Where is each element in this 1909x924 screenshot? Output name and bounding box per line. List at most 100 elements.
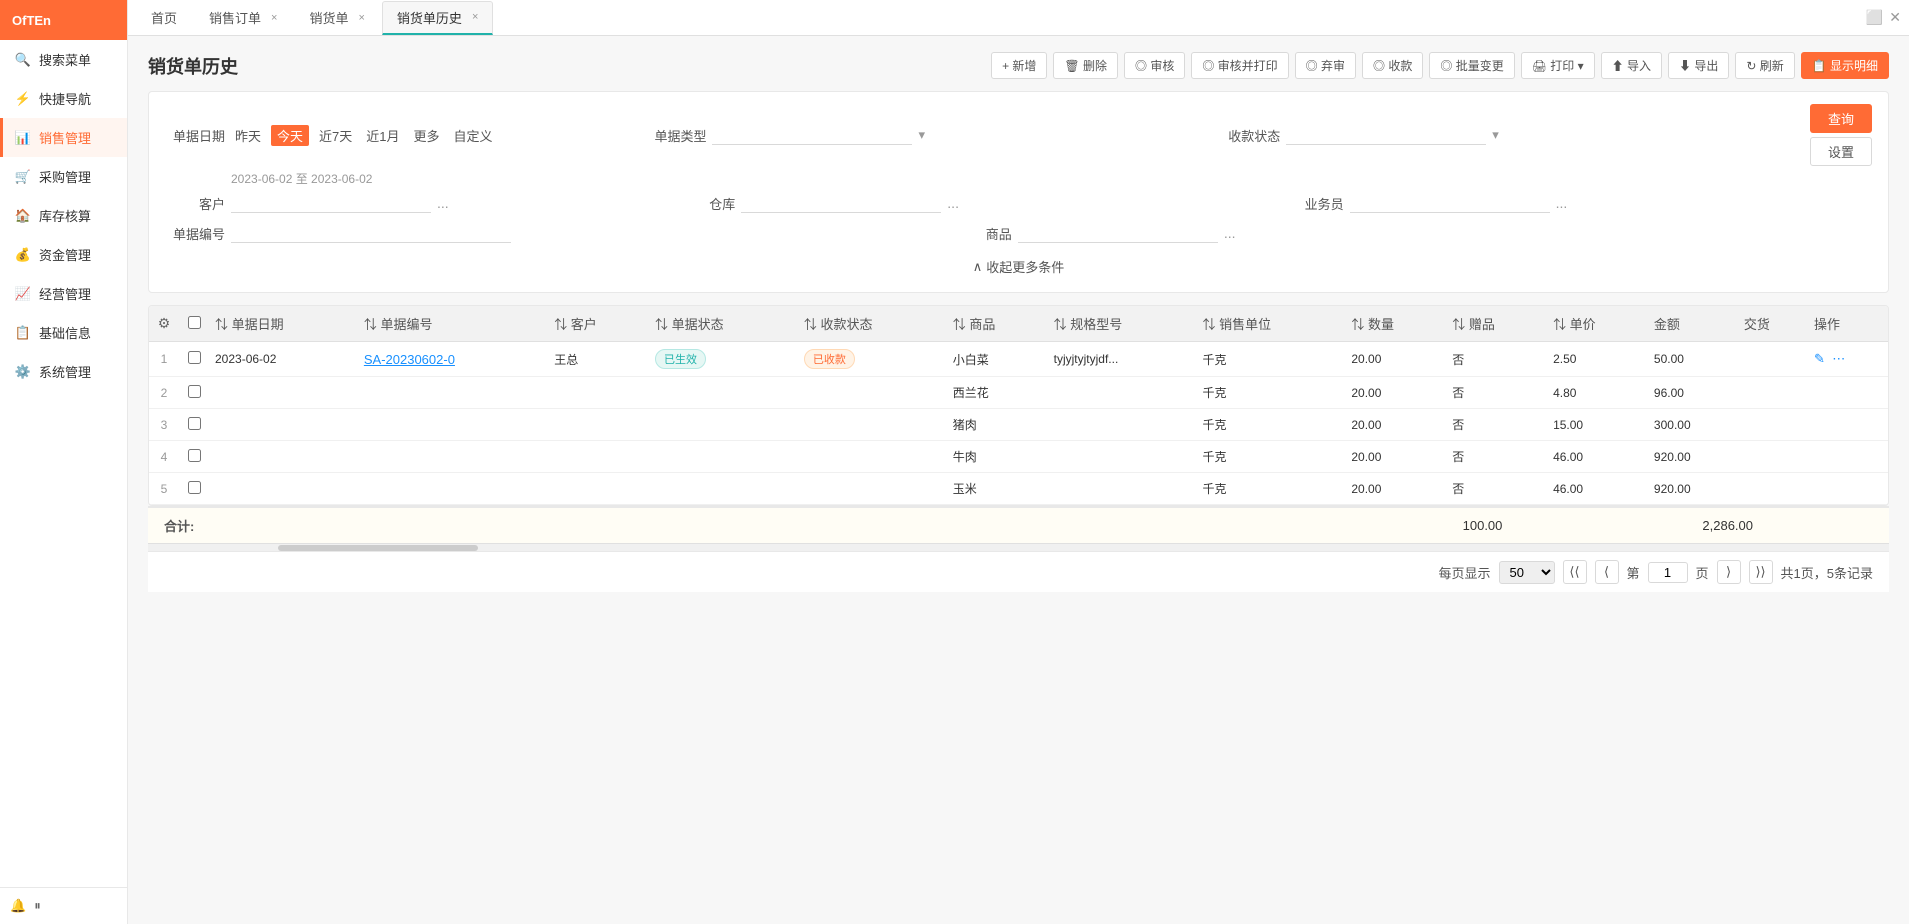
close-window-icon[interactable]: ✕ [1889,9,1901,26]
row-checkbox-5[interactable] [179,473,209,505]
row-2-checkbox[interactable] [188,385,201,398]
filter-row-3: 单据编号 商品 ... [165,223,1872,243]
date-filter-field: 单据日期 昨天 今天 近7天 近1月 更多 自定义 [165,125,626,146]
sales-mgmt-icon: 📊 [15,130,31,146]
sidebar-item-sales-mgmt[interactable]: 📊 销售管理 [0,118,127,157]
warehouse-input[interactable] [741,193,941,213]
col-date[interactable]: ⇅ 单据日期 [209,306,358,342]
col-gift[interactable]: ⇅ 赠品 [1446,306,1547,342]
sidebar-item-search-menu[interactable]: 🔍 搜索菜单 [0,40,127,79]
tab-sales-order-close[interactable]: × [271,12,277,24]
pause-icon[interactable]: ⏸ [34,898,41,914]
sidebar-item-system[interactable]: ⚙️ 系统管理 [0,352,127,391]
date-shortcut-7days[interactable]: 近7天 [315,125,356,146]
goods-input[interactable] [1018,223,1218,243]
show-detail-button[interactable]: 📋 显示明细 [1801,52,1889,79]
tab-sales-delivery[interactable]: 销货单 × [294,1,379,35]
date-shortcut-today[interactable]: 今天 [271,125,309,146]
row-5-checkbox[interactable] [188,481,201,494]
doc-type-field: 单据类型 ▾ [646,125,1200,145]
col-spec[interactable]: ⇅ 规格型号 [1048,306,1197,342]
col-price[interactable]: ⇅ 单价 [1547,306,1648,342]
sidebar-item-quick-nav[interactable]: ⚡ 快捷导航 [0,79,127,118]
customer-dots-icon[interactable]: ... [437,195,449,211]
page-number-input[interactable] [1648,562,1688,583]
first-page-button[interactable]: ⟨⟨ [1563,560,1587,584]
customer-input[interactable] [231,193,431,213]
import-button[interactable]: ⬆ 导入 [1601,52,1662,79]
doc-type-dropdown-icon[interactable]: ▾ [918,127,925,143]
sidebar-item-label: 搜索菜单 [39,50,91,69]
tab-sales-order[interactable]: 销售订单 × [194,1,292,35]
row-checkbox-4[interactable] [179,441,209,473]
select-all-checkbox[interactable] [188,316,201,329]
prev-page-button[interactable]: ⟨ [1595,560,1619,584]
row-spec-3 [1048,409,1197,441]
row-4-checkbox[interactable] [188,449,201,462]
print-button[interactable]: 🖨 打印 ▾ [1521,52,1595,79]
date-shortcut-yesterday[interactable]: 昨天 [231,125,265,146]
audit-print-button[interactable]: ◎ 审核并打印 [1191,52,1288,79]
horizontal-scrollbar[interactable] [148,543,1889,551]
col-number[interactable]: ⇅ 单据编号 [358,306,548,342]
row-3-checkbox[interactable] [188,417,201,430]
payment-status-select[interactable] [1286,125,1486,145]
col-qty[interactable]: ⇅ 数量 [1345,306,1446,342]
col-doc-status[interactable]: ⇅ 单据状态 [649,306,798,342]
date-shortcut-custom[interactable]: 自定义 [450,125,497,146]
collect-button[interactable]: ◎ 收款 [1362,52,1423,79]
row-number-1[interactable]: SA-20230602-0 [358,342,548,377]
table-gear-icon[interactable]: ⚙ [158,315,171,331]
col-payment-status[interactable]: ⇅ 收款状态 [798,306,947,342]
more-icon[interactable]: ⋯ [1832,351,1845,366]
sidebar-item-operations[interactable]: 📈 经营管理 [0,274,127,313]
tab-sales-history[interactable]: 销货单历史 × [382,1,493,35]
sidebar-item-label: 经营管理 [39,284,91,303]
last-page-button[interactable]: ⟩⟩ [1749,560,1773,584]
settings-button[interactable]: 设置 [1810,137,1872,166]
refresh-button[interactable]: ↻ 刷新 [1735,52,1794,79]
table-body: 1 2023-06-02 SA-20230602-0 王总 已生效 已收款 小白… [149,342,1888,505]
maximize-icon[interactable]: ⬜ [1866,9,1883,26]
sidebar-item-purchase-mgmt[interactable]: 🛒 采购管理 [0,157,127,196]
salesperson-dots-icon[interactable]: ... [1556,195,1568,211]
col-gear[interactable]: ⚙ [149,306,179,342]
abandon-button[interactable]: ◎ 弃审 [1295,52,1356,79]
col-unit[interactable]: ⇅ 销售单位 [1196,306,1345,342]
edit-icon[interactable]: ✎ [1814,351,1825,366]
date-shortcut-more[interactable]: 更多 [410,125,444,146]
row-checkbox-2[interactable] [179,377,209,409]
tab-sales-history-close[interactable]: × [472,11,478,23]
notification-icon[interactable]: 🔔 [10,898,26,914]
doc-type-select[interactable] [712,125,912,145]
audit-button[interactable]: ◎ 审核 [1124,52,1185,79]
date-shortcut-1month[interactable]: 近1月 [362,125,403,146]
col-customer[interactable]: ⇅ 客户 [548,306,649,342]
row-checkbox-1[interactable] [179,342,209,377]
add-button[interactable]: + 新增 [991,52,1047,79]
per-page-select[interactable]: 50 100 200 [1499,561,1555,584]
next-page-button[interactable]: ⟩ [1717,560,1741,584]
goods-dots-icon[interactable]: ... [1224,225,1236,241]
tab-sales-delivery-close[interactable]: × [358,12,364,24]
query-button[interactable]: 查询 [1810,104,1872,133]
doc-number-input[interactable] [231,223,511,243]
warehouse-dots-icon[interactable]: ... [947,195,959,211]
scrollbar-thumb[interactable] [278,545,478,551]
sidebar-item-inventory[interactable]: 🏠 库存核算 [0,196,127,235]
export-button[interactable]: ⬇ 导出 [1668,52,1729,79]
tab-home[interactable]: 首页 [136,1,192,35]
sidebar-item-finance[interactable]: 💰 资金管理 [0,235,127,274]
page-label-after: 页 [1696,563,1709,582]
row-checkbox-3[interactable] [179,409,209,441]
row-1-checkbox[interactable] [188,351,201,364]
row-gift-5: 否 [1446,473,1547,505]
delete-button[interactable]: 🗑 删除 [1053,52,1118,79]
sidebar-item-basic-info[interactable]: 📋 基础信息 [0,313,127,352]
batch-change-button[interactable]: ◎ 批量变更 [1429,52,1514,79]
salesperson-input[interactable] [1350,193,1550,213]
collapse-button[interactable]: ∧ 收起更多条件 [969,253,1069,280]
col-goods[interactable]: ⇅ 商品 [947,306,1048,342]
payment-status-dropdown-icon[interactable]: ▾ [1492,127,1499,143]
col-checkbox[interactable] [179,306,209,342]
